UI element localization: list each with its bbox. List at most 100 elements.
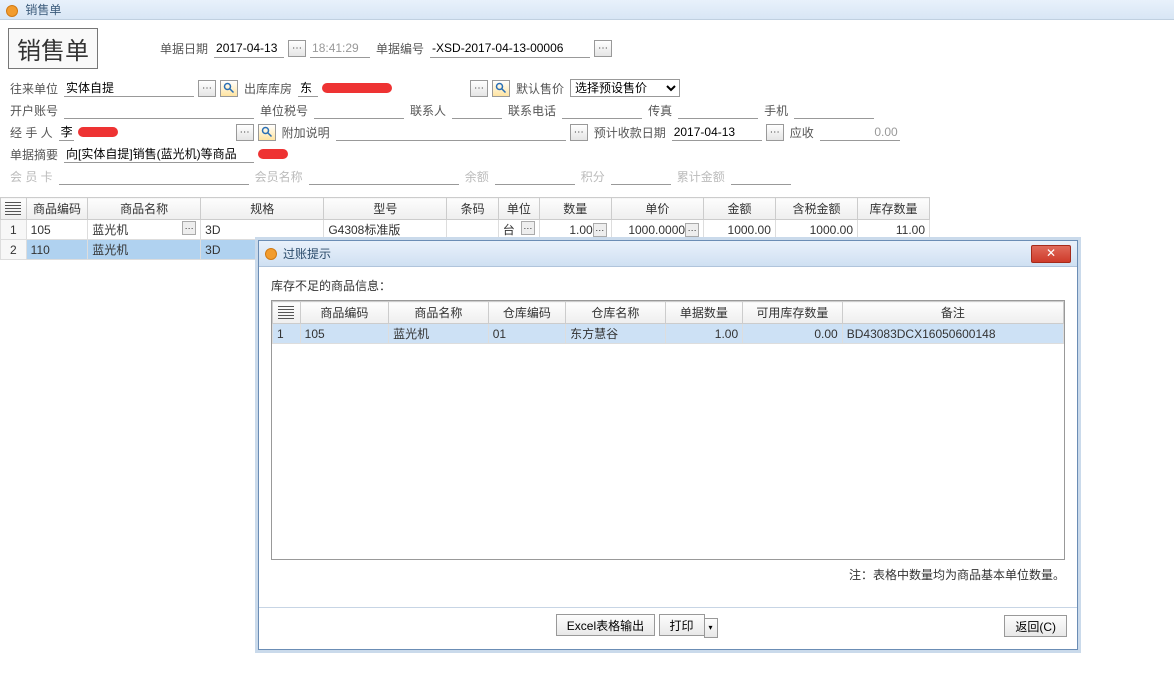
label-customer: 往来单位 [8,80,60,97]
label-balance: 余额 [463,168,491,185]
dialog-grid-wrap: 商品编码商品名称仓库编码仓库名称单据数量可用库存数量备注 1105蓝光机01东方… [271,300,1065,560]
label-contact: 联系人 [408,102,448,119]
cell-picker[interactable]: ⋯ [182,221,196,235]
customer-lookup-icon[interactable] [220,80,238,97]
warehouse-picker[interactable]: ⋯ [470,80,488,97]
dialog-icon [265,248,277,260]
expected-date-input[interactable] [672,123,762,141]
grid-menu-icon[interactable] [278,306,294,320]
extra-picker[interactable]: ⋯ [570,124,588,141]
warehouse-input[interactable] [298,79,318,97]
bank-input[interactable] [64,101,254,119]
label-card-name: 会员名称 [253,168,305,185]
dialog-grid[interactable]: 商品编码商品名称仓库编码仓库名称单据数量可用库存数量备注 1105蓝光机01东方… [272,301,1064,344]
points-input [611,167,671,185]
col-header[interactable]: 单位 [498,198,539,220]
grid-menu-icon[interactable] [5,202,21,216]
total-input [731,167,791,185]
col-header[interactable]: 商品名称 [88,198,201,220]
col-header[interactable]: 库存数量 [858,198,930,220]
print-dropdown-icon[interactable]: ▾ [704,618,718,638]
label-points: 积分 [579,168,607,185]
card-input[interactable] [59,167,249,185]
dialog-note: 注：表格中数量均为商品基本单位数量。 [271,566,1065,583]
print-button[interactable]: 打印 [659,614,705,636]
customer-picker[interactable]: ⋯ [198,80,216,97]
label-doc-date: 单据日期 [158,40,210,57]
card-name-input [309,167,459,185]
dialog-message: 库存不足的商品信息： [271,277,1065,294]
label-fax: 传真 [646,102,674,119]
phone-input[interactable] [562,101,642,119]
window-titlebar: 销售单 [0,0,1174,20]
col-header[interactable]: 单价 [611,198,703,220]
document-header: 销售单 单据日期 ⋯ 单据编号 ⋯ 往来单位 ⋯ 出库库房 ⋯ 默认售价 选择预… [0,20,1174,193]
label-bank: 开户账号 [8,102,60,119]
excel-export-button[interactable]: Excel表格输出 [556,614,655,636]
col-header[interactable]: 金额 [704,198,776,220]
col-header[interactable]: 条码 [447,198,498,220]
expected-date-picker[interactable]: ⋯ [766,124,784,141]
posting-dialog: 过账提示 ✕ 库存不足的商品信息： 商品编码商品名称仓库编码仓库名称单据数量可用… [258,240,1078,650]
handler-lookup-icon[interactable] [258,124,276,141]
col-header[interactable]: 仓库名称 [566,302,666,324]
label-expected: 预计收款日期 [592,124,668,141]
doc-date-input[interactable] [214,40,284,58]
contact-input[interactable] [452,101,502,119]
redacted [322,83,392,93]
table-row[interactable]: 1105蓝光机01东方慧谷1.000.00BD43083DCX160506001… [273,324,1064,344]
cell-picker[interactable]: ⋯ [593,223,607,237]
label-card: 会 员 卡 [8,168,55,185]
label-extra: 附加说明 [280,124,332,141]
col-header[interactable]: 备注 [842,302,1063,324]
warehouse-lookup-icon[interactable] [492,80,510,97]
doc-no-picker[interactable]: ⋯ [594,40,612,57]
col-header[interactable]: 商品编码 [26,198,88,220]
receivable-value [820,123,900,141]
balance-input [495,167,575,185]
label-default-price: 默认售价 [514,80,566,97]
cell-picker[interactable]: ⋯ [685,223,699,237]
customer-input[interactable] [64,79,194,97]
summary-input[interactable] [64,145,254,163]
label-summary: 单据摘要 [8,146,60,163]
col-header[interactable]: 可用库存数量 [743,302,843,324]
col-header[interactable]: 单据数量 [665,302,742,324]
redacted [78,127,118,137]
col-header[interactable]: 仓库编码 [488,302,565,324]
doc-time [310,40,370,58]
label-receivable: 应收 [788,124,816,141]
dialog-titlebar[interactable]: 过账提示 ✕ [259,241,1077,267]
label-handler: 经 手 人 [8,124,55,141]
fax-input[interactable] [678,101,758,119]
label-tax: 单位税号 [258,102,310,119]
doc-no-input[interactable] [430,40,590,58]
window-title: 销售单 [25,3,61,17]
default-price-select[interactable]: 选择预设售价 [570,79,680,97]
col-header[interactable]: 商品名称 [389,302,489,324]
label-doc-no: 单据编号 [374,40,426,57]
page-title: 销售单 [8,28,98,69]
col-header[interactable]: 数量 [539,198,611,220]
col-header[interactable]: 含税金额 [775,198,857,220]
tax-input[interactable] [314,101,404,119]
col-header[interactable]: 商品编码 [300,302,389,324]
cell-picker[interactable]: ⋯ [521,221,535,235]
dialog-close-button[interactable]: ✕ [1031,245,1071,263]
handler-input[interactable] [59,123,74,141]
return-button[interactable]: 返回(C) [1004,615,1067,637]
redacted [258,149,288,159]
mobile-input[interactable] [794,101,874,119]
app-icon [6,5,18,17]
label-phone: 联系电话 [506,102,558,119]
table-row[interactable]: 1105蓝光机⋯3DG4308标准版台⋯1.00⋯1000.0000⋯1000.… [1,220,930,240]
col-header[interactable]: 型号 [324,198,447,220]
label-mobile: 手机 [762,102,790,119]
label-total: 累计金额 [675,168,727,185]
extra-input[interactable] [336,123,566,141]
col-header[interactable]: 规格 [201,198,324,220]
label-warehouse: 出库库房 [242,80,294,97]
doc-date-picker[interactable]: ⋯ [288,40,306,57]
handler-picker[interactable]: ⋯ [236,124,254,141]
dialog-title: 过账提示 [283,245,1031,262]
